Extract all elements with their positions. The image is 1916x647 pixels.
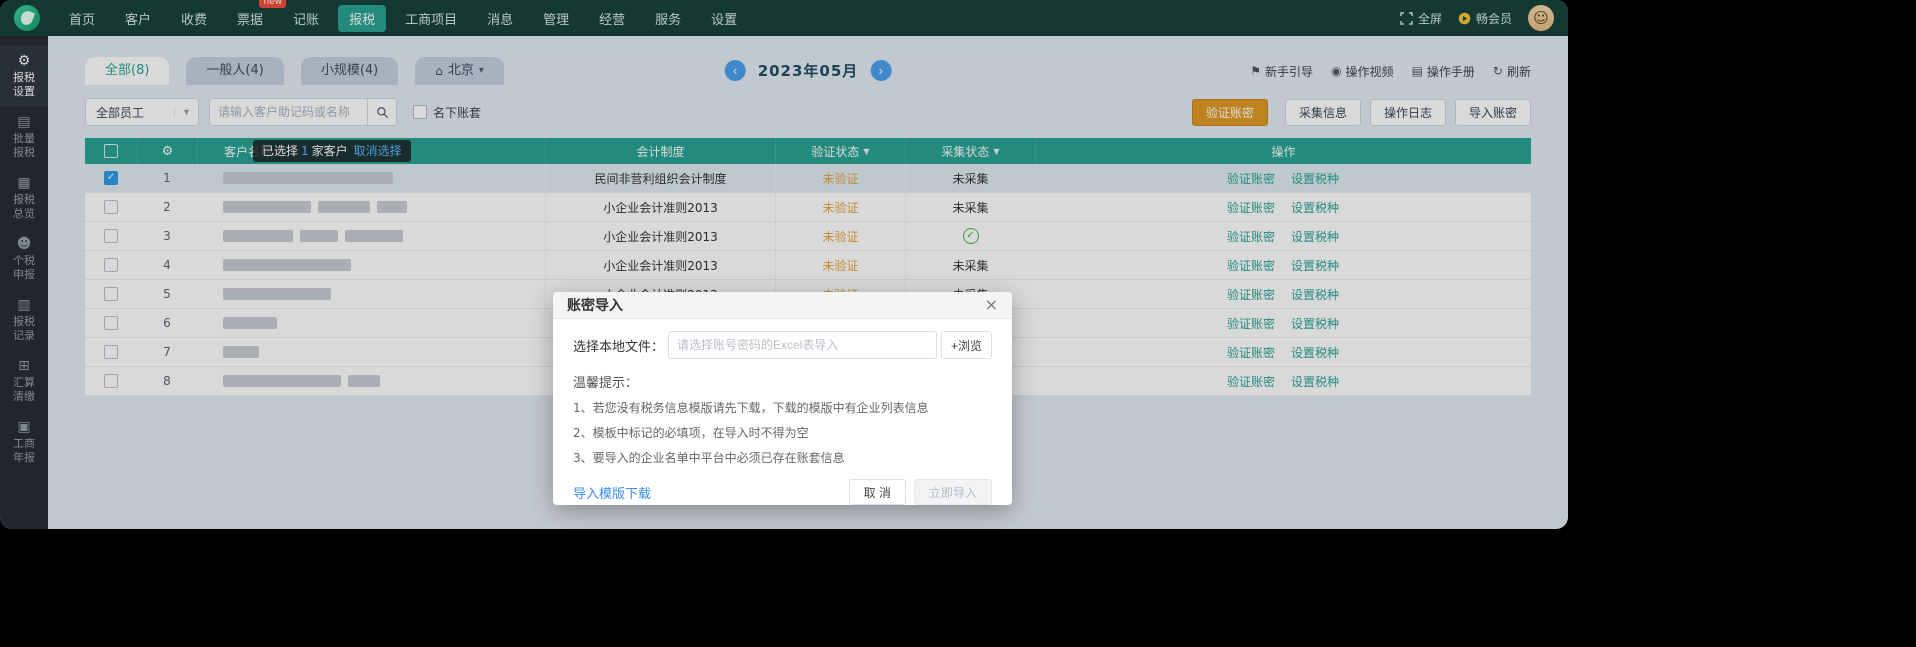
file-select-label: 选择本地文件： xyxy=(573,339,665,355)
dialog-header: 账密导入 × xyxy=(553,292,1012,319)
tips-title: 温馨提示： xyxy=(573,376,639,391)
app-window: 首页 客户 收费 票据 new 记账 报税 工商项目 消息 管理 经营 服务 设置 全屏 畅会员 ☺ ⚙… xyxy=(0,0,1568,529)
tip-line-3: 3、要导入的企业名单中平台中必须已存在账套信息 xyxy=(573,451,845,465)
password-import-dialog: 账密导入 × 选择本地文件： +浏览 温馨提示： 1、若您没有税务信息模版请先下… xyxy=(553,292,1012,505)
tip-line-1: 1、若您没有税务信息模版请先下载，下载的模版中有企业列表信息 xyxy=(573,401,929,415)
dialog-footer: 导入模版下载 取 消 立即导入 xyxy=(553,466,1012,505)
dialog-body: 选择本地文件： +浏览 温馨提示： 1、若您没有税务信息模版请先下载，下载的模版… xyxy=(553,319,1012,466)
dialog-title: 账密导入 xyxy=(567,298,623,314)
browse-button[interactable]: +浏览 xyxy=(940,331,992,359)
close-icon[interactable]: × xyxy=(985,297,998,313)
file-select-row: 选择本地文件： +浏览 xyxy=(573,331,992,359)
import-now-button[interactable]: 立即导入 xyxy=(913,479,992,505)
template-download-link[interactable]: 导入模版下载 xyxy=(573,483,651,502)
file-path-input[interactable] xyxy=(668,331,937,359)
tip-line-2: 2、模板中标记的必填项，在导入时不得为空 xyxy=(573,426,809,440)
cancel-button[interactable]: 取 消 xyxy=(848,479,906,505)
